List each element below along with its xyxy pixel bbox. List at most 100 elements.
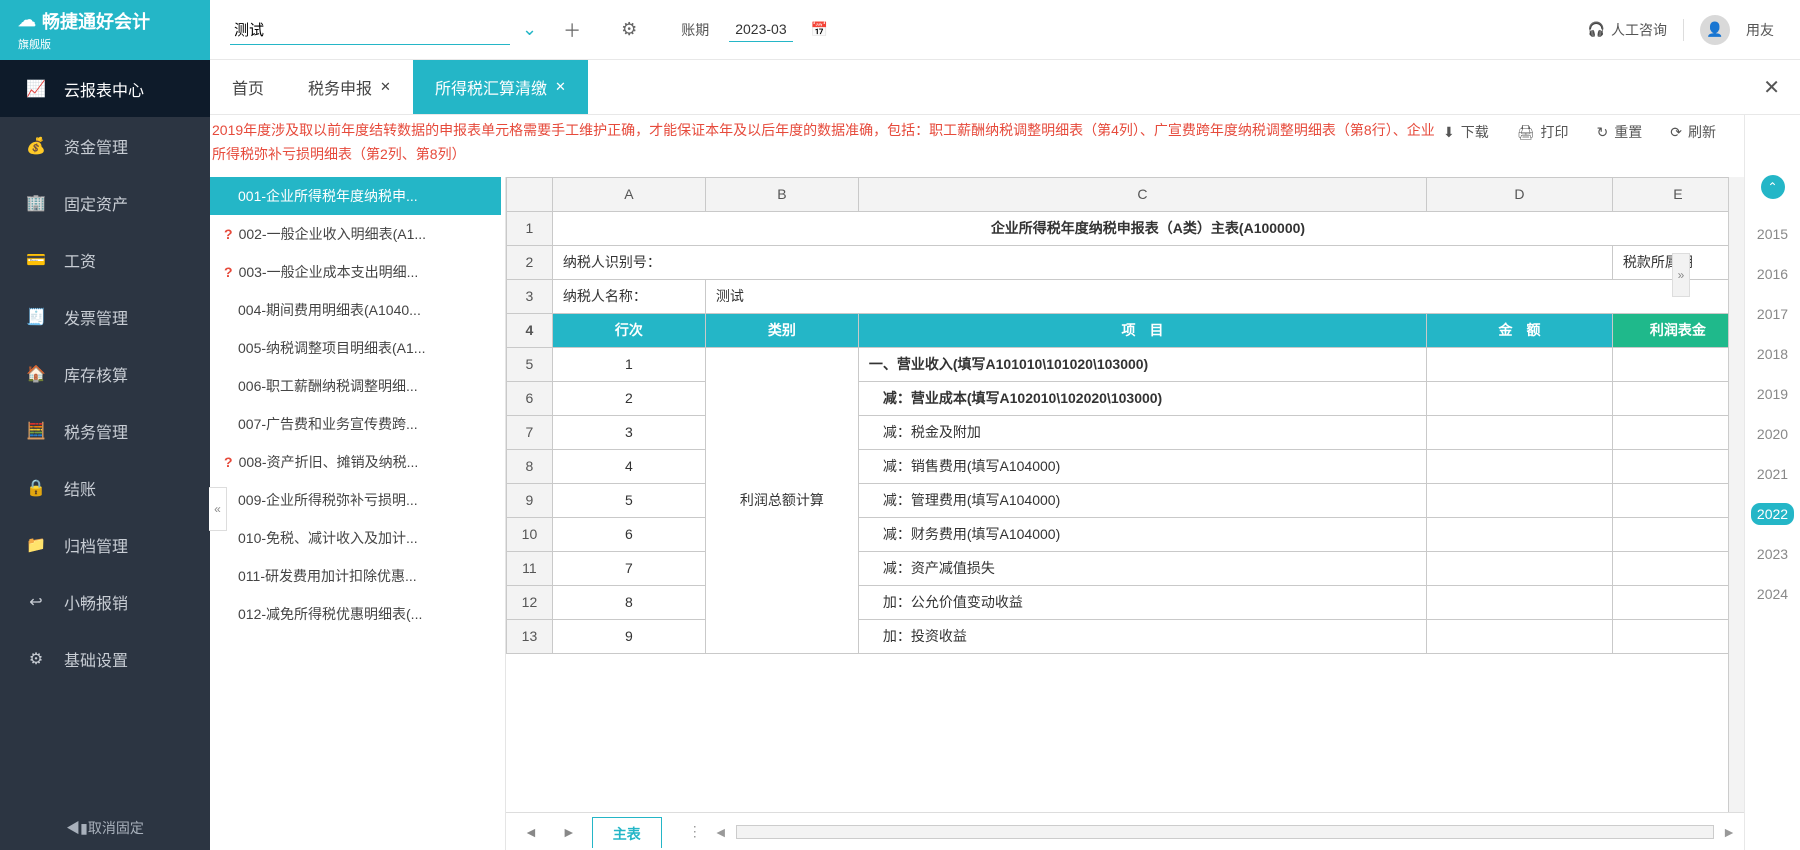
sidebar-item[interactable]: ⚙基础设置 [0, 630, 210, 687]
sidebar-item[interactable]: ↩小畅报销 [0, 573, 210, 630]
year-option[interactable]: 2019 [1751, 383, 1794, 405]
form-list-item[interactable]: 011-研发费用加计扣除优惠... [210, 557, 501, 595]
amount-cell[interactable] [1427, 517, 1613, 551]
row-header[interactable]: 6 [507, 381, 553, 415]
horizontal-scrollbar[interactable]: ⋮◄► [670, 823, 1744, 840]
row-header[interactable]: 4 [507, 313, 553, 347]
col-header[interactable]: E [1612, 177, 1743, 211]
sheet-prev-icon[interactable]: ◄ [516, 824, 546, 840]
profit-cell[interactable] [1612, 347, 1743, 381]
sidebar-item[interactable]: 💳工资 [0, 231, 210, 288]
row-header[interactable]: 11 [507, 551, 553, 585]
gear-icon[interactable]: ⚙ [607, 19, 651, 40]
amount-cell[interactable] [1427, 381, 1613, 415]
collapse-right-icon[interactable]: » [1672, 253, 1690, 297]
download-button[interactable]: ⬇下载 [1443, 122, 1489, 142]
close-icon[interactable]: ✕ [380, 79, 391, 95]
row-header[interactable]: 5 [507, 347, 553, 381]
refresh-button[interactable]: ⟳刷新 [1670, 122, 1716, 142]
form-list-item[interactable]: 001-企业所得税年度纳税申... [210, 177, 501, 215]
reset-button[interactable]: ↻重置 [1597, 122, 1643, 142]
form-list-item[interactable]: 007-广告费和业务宣传费跨... [210, 405, 501, 443]
row-header[interactable]: 7 [507, 415, 553, 449]
form-list-item[interactable]: ?008-资产折旧、摊销及纳税... [210, 443, 501, 481]
item-cell[interactable]: 减：财务费用(填写A104000) [858, 517, 1426, 551]
profit-cell[interactable] [1612, 585, 1743, 619]
year-option[interactable]: 2023 [1751, 543, 1794, 565]
form-list-item[interactable]: 010-免税、减计收入及加计... [210, 519, 501, 557]
print-button[interactable]: 🖨打印 [1517, 122, 1569, 142]
username[interactable]: 用友 [1746, 20, 1774, 40]
profit-cell[interactable] [1612, 483, 1743, 517]
select-all-corner[interactable] [507, 177, 553, 211]
item-cell[interactable]: 减：管理费用(填写A104000) [858, 483, 1426, 517]
calendar-icon[interactable]: 📅 [811, 21, 828, 38]
year-option[interactable]: 2018 [1751, 343, 1794, 365]
form-list-item[interactable]: 004-期间费用明细表(A1040... [210, 291, 501, 329]
year-option[interactable]: 2020 [1751, 423, 1794, 445]
row-header[interactable]: 12 [507, 585, 553, 619]
year-option[interactable]: 2022 [1751, 503, 1794, 525]
form-list-item[interactable]: 012-减免所得税优惠明细表(... [210, 595, 501, 633]
amount-cell[interactable] [1427, 347, 1613, 381]
tab[interactable]: 首页 [210, 60, 286, 114]
sidebar-item[interactable]: 🏠库存核算 [0, 345, 210, 402]
sidebar-item[interactable]: 🏢固定资产 [0, 174, 210, 231]
col-header[interactable]: D [1427, 177, 1613, 211]
amount-cell[interactable] [1427, 619, 1613, 653]
item-cell[interactable]: 加：投资收益 [858, 619, 1426, 653]
amount-cell[interactable] [1427, 483, 1613, 517]
unpin-button[interactable]: ◀▮取消固定 [0, 818, 210, 838]
profit-cell[interactable] [1612, 517, 1743, 551]
row-header[interactable]: 8 [507, 449, 553, 483]
sidebar-item[interactable]: 🔒结账 [0, 459, 210, 516]
vertical-scrollbar[interactable] [1728, 177, 1744, 812]
row-header[interactable]: 3 [507, 279, 553, 313]
amount-cell[interactable] [1427, 585, 1613, 619]
profit-cell[interactable] [1612, 381, 1743, 415]
profit-cell[interactable] [1612, 415, 1743, 449]
company-select[interactable] [230, 15, 510, 45]
item-cell[interactable]: 减：资产减值损失 [858, 551, 1426, 585]
form-list-item[interactable]: 006-职工薪酬纳税调整明细... [210, 367, 501, 405]
amount-cell[interactable] [1427, 551, 1613, 585]
profit-cell[interactable] [1612, 619, 1743, 653]
form-list-item[interactable]: 009-企业所得税弥补亏损明... [210, 481, 501, 519]
col-header[interactable]: A [552, 177, 705, 211]
row-header[interactable]: 1 [507, 211, 553, 245]
row-header[interactable]: 13 [507, 619, 553, 653]
row-header[interactable]: 2 [507, 245, 553, 279]
tab[interactable]: 税务申报✕ [286, 60, 413, 114]
item-cell[interactable]: 减：税金及附加 [858, 415, 1426, 449]
support-link[interactable]: 🎧人工咨询 [1588, 20, 1667, 40]
item-cell[interactable]: 一、营业收入(填写A101010\101020\103000) [858, 347, 1426, 381]
year-option[interactable]: 2016 [1751, 263, 1794, 285]
sidebar-item[interactable]: 🧮税务管理 [0, 402, 210, 459]
item-cell[interactable]: 减：营业成本(填写A102010\102020\103000) [858, 381, 1426, 415]
form-list-item[interactable]: ?002-一般企业收入明细表(A1... [210, 215, 501, 253]
collapse-left-icon[interactable]: « [209, 487, 227, 531]
year-option[interactable]: 2015 [1751, 223, 1794, 245]
year-option[interactable]: 2024 [1751, 583, 1794, 605]
profit-cell[interactable] [1612, 551, 1743, 585]
item-cell[interactable]: 减：销售费用(填写A104000) [858, 449, 1426, 483]
form-list-item[interactable]: ?003-一般企业成本支出明细... [210, 253, 501, 291]
col-header[interactable]: B [705, 177, 858, 211]
sheet-next-icon[interactable]: ► [554, 824, 584, 840]
close-icon[interactable]: ✕ [555, 79, 566, 95]
scroll-top-icon[interactable]: ⌃ [1761, 175, 1785, 199]
sidebar-item[interactable]: 💰资金管理 [0, 117, 210, 174]
chevron-down-icon[interactable]: ⌄ [522, 19, 537, 40]
form-list-item[interactable]: 005-纳税调整项目明细表(A1... [210, 329, 501, 367]
sidebar-item[interactable]: 🧾发票管理 [0, 288, 210, 345]
tab[interactable]: 所得税汇算清缴✕ [413, 60, 588, 114]
sidebar-item[interactable]: 📈云报表中心 [0, 60, 210, 117]
amount-cell[interactable] [1427, 449, 1613, 483]
period-value[interactable]: 2023-03 [729, 17, 792, 42]
col-header[interactable]: C [858, 177, 1426, 211]
profit-cell[interactable] [1612, 449, 1743, 483]
spreadsheet[interactable]: A B C D E 1企业所得税年度纳税申报表（A类）主表(A100000) 2… [506, 177, 1744, 654]
row-header[interactable]: 9 [507, 483, 553, 517]
sheet-tab[interactable]: 主表 [592, 817, 662, 848]
avatar[interactable]: 👤 [1700, 15, 1730, 45]
